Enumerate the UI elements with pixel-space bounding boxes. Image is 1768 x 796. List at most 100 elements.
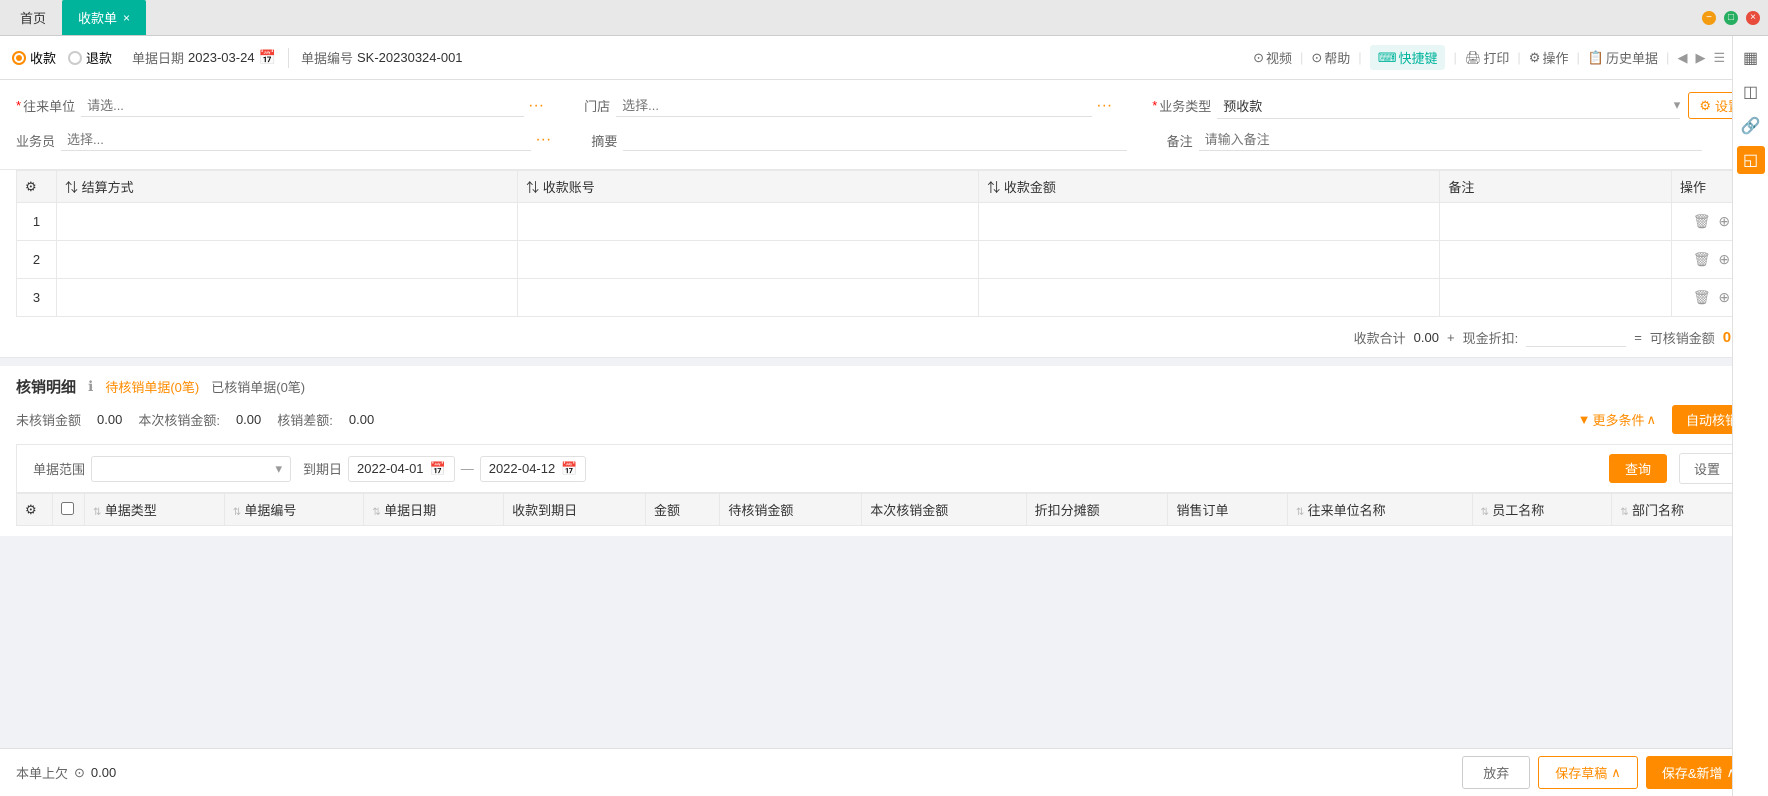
list-icon[interactable]: ☰: [1713, 50, 1725, 66]
salesperson-input[interactable]: [61, 129, 531, 151]
help-link[interactable]: ⊙ 帮助: [1311, 48, 1350, 67]
lower-table: ⚙ ⇅ 单据类型 ⇅ 单据编号 ⇅ 单据日期: [16, 493, 1752, 526]
print-link[interactable]: 🖨 打印: [1465, 48, 1510, 67]
summary-input[interactable]: [623, 129, 1126, 151]
account-label: 收款账号: [543, 180, 595, 195]
minimize-button[interactable]: −: [1702, 11, 1716, 25]
close-button[interactable]: ×: [1746, 11, 1760, 25]
row-amount-3[interactable]: [979, 279, 1440, 317]
shortcut-link[interactable]: ⌨ 快捷键: [1370, 45, 1446, 70]
row-account-1[interactable]: [518, 203, 979, 241]
plus-sign: +: [1447, 330, 1455, 345]
footer-left: 本单上欠 ⊙ 0.00: [16, 763, 116, 782]
row-account-2[interactable]: [518, 241, 979, 279]
bottom-info-icon[interactable]: ⊙: [74, 765, 85, 781]
row-copy-1[interactable]: ⊕: [1718, 213, 1730, 230]
discount-label: 现金折扣:: [1463, 328, 1519, 347]
sidebar-doc-icon[interactable]: ◫: [1737, 78, 1765, 106]
verif-info-icon[interactable]: ℹ: [88, 378, 93, 395]
verif-pending-tab[interactable]: 待核销单据(0笔): [105, 377, 199, 396]
date-to-input[interactable]: 2022-04-12 📅: [480, 456, 587, 482]
col-account-header: ⇅ 收款账号: [518, 171, 979, 203]
row-delete-2[interactable]: 🗑: [1693, 251, 1711, 268]
summary-label: 摘要: [591, 131, 617, 150]
sidebar-link-icon[interactable]: 🔗: [1737, 112, 1765, 140]
select-all-checkbox[interactable]: [61, 502, 74, 515]
query-btn[interactable]: 查询: [1609, 454, 1667, 483]
row-account-3[interactable]: [518, 279, 979, 317]
date-from-value: 2022-04-01: [357, 461, 424, 476]
row-remark-2[interactable]: [1440, 241, 1672, 279]
filter-setting-btn[interactable]: 设置: [1679, 453, 1735, 484]
lower-col-setting-header[interactable]: ⚙: [17, 494, 53, 526]
sidebar-table-icon[interactable]: ▦: [1737, 44, 1765, 72]
partner-label: 往来单位: [23, 96, 75, 115]
row-copy-3[interactable]: ⊕: [1718, 289, 1730, 306]
footer: 本单上欠 ⊙ 0.00 放弃 保存草稿 ∧ 保存&新增 ∧: [0, 748, 1768, 796]
lower-col-type-header: ⇅ 单据类型: [85, 494, 225, 526]
verif-header: 核销明细 ℹ 待核销单据(0笔) 已核销单据(0笔): [16, 376, 1752, 397]
lower-setting-icon: ⚙: [25, 502, 37, 517]
partner-dots-icon[interactable]: ···: [528, 97, 544, 115]
row-settlement-1[interactable]: [57, 203, 518, 241]
bottom-label: 本单上欠: [16, 763, 68, 782]
ops-link[interactable]: ⚙ 操作: [1529, 48, 1569, 67]
verif-title: 核销明细: [16, 376, 76, 397]
lower-this-verif-label: 本次核销金额: [870, 503, 948, 518]
amount-sort-icon: ⇅: [987, 180, 1000, 195]
remark-input[interactable]: [1199, 129, 1702, 151]
sidebar-expand-icon[interactable]: ◱: [1737, 146, 1765, 174]
history-link[interactable]: 📋 历史单据: [1588, 48, 1658, 67]
store-input[interactable]: [616, 95, 1092, 117]
verif-done-tab[interactable]: 已核销单据(0笔): [211, 377, 305, 396]
biz-type-select[interactable]: 预收款 ▾: [1217, 93, 1680, 119]
store-field: 门店 ···: [584, 95, 1112, 117]
row-amount-2[interactable]: [979, 241, 1440, 279]
radio-refund[interactable]: 退款: [68, 48, 112, 67]
row-delete-3[interactable]: 🗑: [1693, 289, 1711, 306]
radio-group: 收款 退款: [12, 48, 112, 67]
draft-button[interactable]: 保存草稿 ∧: [1538, 756, 1638, 789]
date-value: 2023-03-24: [188, 50, 255, 65]
range-select[interactable]: ▾: [91, 456, 291, 482]
date-from-input[interactable]: 2022-04-01 📅: [348, 456, 455, 482]
salesperson-dots-icon[interactable]: ···: [535, 131, 551, 149]
verifiable-label: 可核销金额: [1650, 328, 1715, 347]
nav-left-icon[interactable]: ◀: [1677, 50, 1687, 66]
calendar-from-icon: 📅: [430, 461, 446, 477]
table-row: 3 🗑 ⊕: [17, 279, 1752, 317]
row-remark-1[interactable]: [1440, 203, 1672, 241]
tab-active[interactable]: 收款单 ×: [62, 0, 146, 35]
partner-input[interactable]: [81, 95, 524, 117]
radio-receive[interactable]: 收款: [12, 48, 56, 67]
row-settlement-3[interactable]: [57, 279, 518, 317]
total-value: 0.00: [1414, 330, 1439, 345]
row-remark-3[interactable]: [1440, 279, 1672, 317]
more-conditions-btn[interactable]: ▼ 更多条件 ∧: [1578, 410, 1656, 429]
unverif-value: 0.00: [97, 412, 122, 427]
row-settlement-2[interactable]: [57, 241, 518, 279]
remark-label-header: 备注: [1448, 180, 1474, 195]
toolbar-divider-1: [288, 48, 289, 68]
row-amount-1[interactable]: [979, 203, 1440, 241]
radio-refund-label: 退款: [86, 48, 112, 67]
range-label: 单据范围: [33, 459, 85, 478]
lower-col-partner-header: ⇅ 往来单位名称: [1287, 494, 1472, 526]
col-setting-header[interactable]: ⚙: [17, 171, 57, 203]
lower-col-due-header: 收款到期日: [504, 494, 646, 526]
row-copy-2[interactable]: ⊕: [1718, 251, 1730, 268]
video-link[interactable]: ⊙ 视频: [1253, 48, 1292, 67]
row-delete-1[interactable]: 🗑: [1693, 213, 1711, 230]
calendar-icon[interactable]: 📅: [259, 49, 276, 66]
tab-close-icon[interactable]: ×: [123, 11, 130, 25]
discard-button[interactable]: 放弃: [1462, 756, 1530, 789]
tab-bar: 首页 收款单 × − □ ×: [0, 0, 1768, 36]
nav-right-icon[interactable]: ▶: [1695, 50, 1705, 66]
tab-active-label: 收款单: [78, 8, 117, 27]
due-label: 到期日: [303, 459, 342, 478]
biz-required: *: [1152, 98, 1157, 113]
discount-input[interactable]: [1526, 327, 1626, 347]
maximize-button[interactable]: □: [1724, 11, 1738, 25]
store-dots-icon[interactable]: ···: [1096, 97, 1112, 115]
tab-home[interactable]: 首页: [4, 0, 62, 35]
